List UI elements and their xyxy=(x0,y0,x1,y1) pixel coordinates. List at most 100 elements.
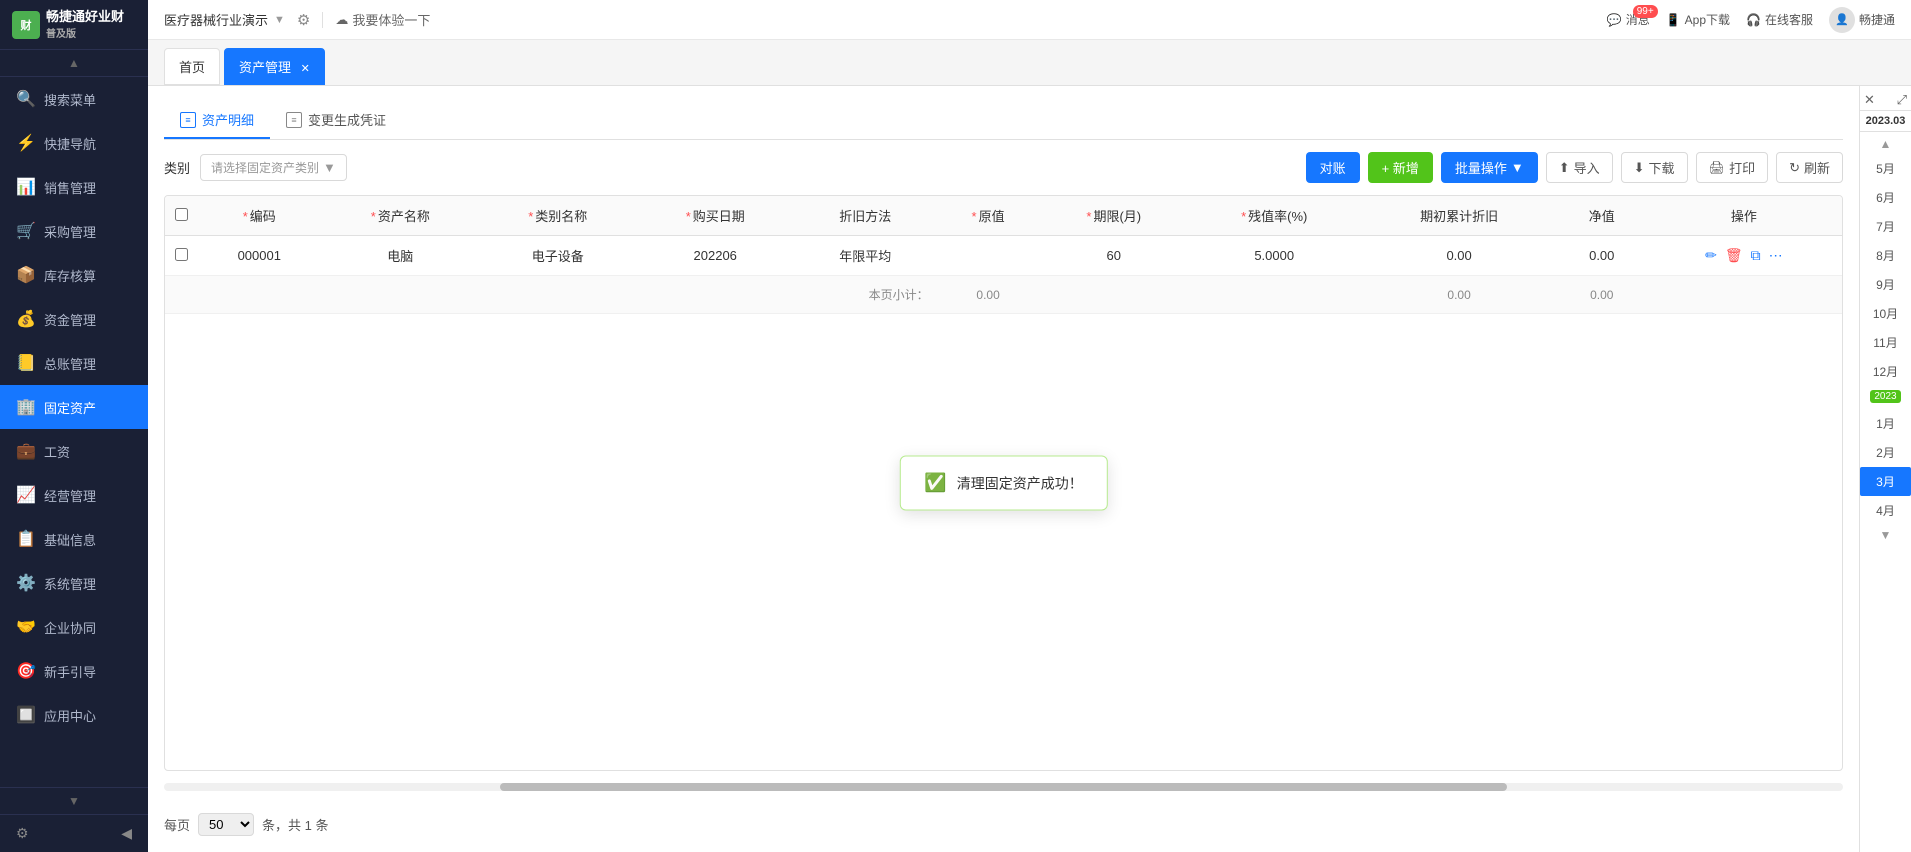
topbar-gear-icon[interactable]: ⚙ xyxy=(297,11,310,29)
voucher-tab-icon: ≡ xyxy=(286,112,302,128)
sidebar-item-system[interactable]: ⚙️ 系统管理 xyxy=(0,561,148,605)
reconcile-button[interactable]: 对账 xyxy=(1306,152,1360,183)
import-button[interactable]: ⬆ 导入 xyxy=(1546,152,1613,183)
col-net-value: 净值 xyxy=(1558,196,1646,236)
detail-tab-icon: ≡ xyxy=(180,112,196,128)
sub-tab-bar: ≡ 资产明细 ≡ 变更生成凭证 xyxy=(164,102,1843,140)
calendar-down-arrow[interactable]: ▼ xyxy=(1860,525,1911,545)
row-period: 60 xyxy=(1040,236,1188,276)
calendar-month-9[interactable]: 9月 xyxy=(1860,270,1911,299)
subtotal-label: 本页小计： xyxy=(165,276,937,314)
sales-icon: 📊 xyxy=(16,177,34,197)
sidebar-item-guide[interactable]: 🎯 新手引导 xyxy=(0,649,148,693)
sidebar-item-basic-info[interactable]: 📋 基础信息 xyxy=(0,517,148,561)
refresh-icon: ↻ xyxy=(1789,160,1800,176)
sidebar-item-purchase[interactable]: 🛒 采购管理 xyxy=(0,209,148,253)
edit-icon[interactable]: ✏ xyxy=(1705,247,1717,264)
user-avatar: 👤 xyxy=(1829,7,1855,33)
table-row: 000001 电脑 电子设备 202206 年限平均 60 5.0000 0.0… xyxy=(165,236,1842,276)
app-download-button[interactable]: 📱 App下载 xyxy=(1666,11,1730,28)
row-net-value: 0.00 xyxy=(1558,236,1646,276)
import-label: 导入 xyxy=(1574,158,1600,177)
row-name: 电脑 xyxy=(322,236,479,276)
message-icon: 💬 xyxy=(1607,13,1622,27)
sub-tab-change-voucher[interactable]: ≡ 变更生成凭证 xyxy=(270,102,402,139)
calendar-month-1[interactable]: 1月 xyxy=(1860,409,1911,438)
collapse-icon[interactable]: ◀ xyxy=(121,825,132,842)
table-header-row: *编码 *资产名称 *类别名称 *购买日期 折旧方法 *原值 *期限(月) *残… xyxy=(165,196,1842,236)
category-dropdown[interactable]: 请选择固定资产类别 ▼ xyxy=(200,154,347,181)
sidebar-item-operations[interactable]: 📈 经营管理 xyxy=(0,473,148,517)
more-icon[interactable]: ⋯ xyxy=(1769,247,1783,264)
refresh-button[interactable]: ↻ 刷新 xyxy=(1776,152,1843,183)
experience-button[interactable]: ☁ 我要体验一下 xyxy=(335,10,430,29)
horizontal-scrollbar[interactable] xyxy=(164,771,1843,803)
messages-button[interactable]: 💬 消息 99+ xyxy=(1607,11,1650,28)
print-label: 打印 xyxy=(1729,158,1755,177)
content-main: ≡ 资产明细 ≡ 变更生成凭证 类别 请选择固定资产类别 ▼ xyxy=(148,86,1859,852)
sidebar-item-inventory[interactable]: 📦 库存核算 xyxy=(0,253,148,297)
app-center-icon: 🔲 xyxy=(16,705,34,725)
settings-icon[interactable]: ⚙ xyxy=(16,825,29,842)
sidebar-item-fixed-assets[interactable]: 🏢 固定资产 xyxy=(0,385,148,429)
topbar: 医疗器械行业演示 ▼ ⚙ ☁ 我要体验一下 💬 消息 99+ 📱 App下载 🎧… xyxy=(148,0,1911,40)
online-service-button[interactable]: 🎧 在线客服 xyxy=(1746,11,1813,28)
calendar-month-11[interactable]: 11月 xyxy=(1860,328,1911,357)
sidebar-item-payroll[interactable]: 💼 工资 xyxy=(0,429,148,473)
print-button[interactable]: 🖨 打印 xyxy=(1696,152,1769,183)
sidebar-scroll-down[interactable]: ▼ xyxy=(64,790,84,812)
col-category: *类别名称 xyxy=(479,196,636,236)
company-selector[interactable]: 医疗器械行业演示 ▼ xyxy=(164,10,285,29)
calendar-month-10[interactable]: 10月 xyxy=(1860,299,1911,328)
sidebar-item-sales[interactable]: 📊 销售管理 xyxy=(0,165,148,209)
operations-icon: 📈 xyxy=(16,485,34,505)
add-button[interactable]: + 新增 xyxy=(1368,152,1433,183)
calendar-up-arrow[interactable]: ▲ xyxy=(1860,134,1911,154)
calendar-expand-icon[interactable]: ⤢ xyxy=(1897,92,1907,108)
col-residual-rate: *残值率(%) xyxy=(1188,196,1361,236)
sidebar-item-app-center[interactable]: 🔲 应用中心 xyxy=(0,693,148,737)
search-icon: 🔍 xyxy=(16,89,34,109)
sidebar-item-label: 采购管理 xyxy=(44,222,96,241)
sidebar-item-quick-nav[interactable]: ⚡ 快捷导航 xyxy=(0,121,148,165)
calendar-month-5[interactable]: 5月 xyxy=(1860,154,1911,183)
calendar-prev-year-months: 5月 6月 7月 8月 9月 10月 11月 12月 xyxy=(1860,154,1911,386)
subtotal-net: 0.00 xyxy=(1558,276,1646,314)
sidebar-item-finance[interactable]: 💰 资金管理 xyxy=(0,297,148,341)
calendar-month-12[interactable]: 12月 xyxy=(1860,357,1911,386)
chevron-down-icon: ▼ xyxy=(274,14,285,26)
row-checkbox[interactable] xyxy=(175,248,188,261)
tab-home[interactable]: 首页 xyxy=(164,48,220,85)
year-badge-container: 2023 xyxy=(1870,386,1900,409)
user-menu[interactable]: 👤 畅捷通 xyxy=(1829,7,1895,33)
main-content: 医疗器械行业演示 ▼ ⚙ ☁ 我要体验一下 💬 消息 99+ 📱 App下载 🎧… xyxy=(148,0,1911,852)
copy-icon[interactable]: ⧉ xyxy=(1751,247,1761,264)
per-page-select[interactable]: 50 10 20 100 xyxy=(198,813,254,836)
delete-icon[interactable]: 🗑 xyxy=(1725,247,1743,264)
sub-tab-asset-detail[interactable]: ≡ 资产明细 xyxy=(164,102,270,139)
basic-info-icon: 📋 xyxy=(16,529,34,549)
tab-close-icon[interactable]: ✕ xyxy=(301,63,310,75)
subtotal-initial: 0.00 xyxy=(1361,276,1558,314)
sidebar-item-enterprise[interactable]: 🤝 企业协同 xyxy=(0,605,148,649)
calendar-close-icon[interactable]: ✕ xyxy=(1864,92,1875,108)
calendar-month-7[interactable]: 7月 xyxy=(1860,212,1911,241)
calendar-month-2[interactable]: 2月 xyxy=(1860,438,1911,467)
sidebar-item-label: 新手引导 xyxy=(44,662,96,681)
sidebar-scroll-up[interactable]: ▲ xyxy=(64,52,84,74)
subtotal-row: 本页小计： 0.00 0.00 0.00 xyxy=(165,276,1842,314)
download-button[interactable]: ⬇ 下载 xyxy=(1621,152,1688,183)
select-all-checkbox[interactable] xyxy=(175,208,188,221)
sidebar-item-search[interactable]: 🔍 搜索菜单 xyxy=(0,77,148,121)
calendar-month-3-current[interactable]: 3月 xyxy=(1860,467,1911,496)
success-check-icon: ✅ xyxy=(924,473,946,494)
tab-asset-management[interactable]: 资产管理 ✕ xyxy=(224,48,325,85)
finance-icon: 💰 xyxy=(16,309,34,329)
batch-button[interactable]: 批量操作 ▼ xyxy=(1441,152,1538,183)
calendar-month-6[interactable]: 6月 xyxy=(1860,183,1911,212)
calendar-month-4[interactable]: 4月 xyxy=(1860,496,1911,525)
sidebar-item-ledger[interactable]: 📒 总账管理 xyxy=(0,341,148,385)
col-action: 操作 xyxy=(1646,196,1842,236)
calendar-month-8[interactable]: 8月 xyxy=(1860,241,1911,270)
sidebar-item-label: 系统管理 xyxy=(44,574,96,593)
